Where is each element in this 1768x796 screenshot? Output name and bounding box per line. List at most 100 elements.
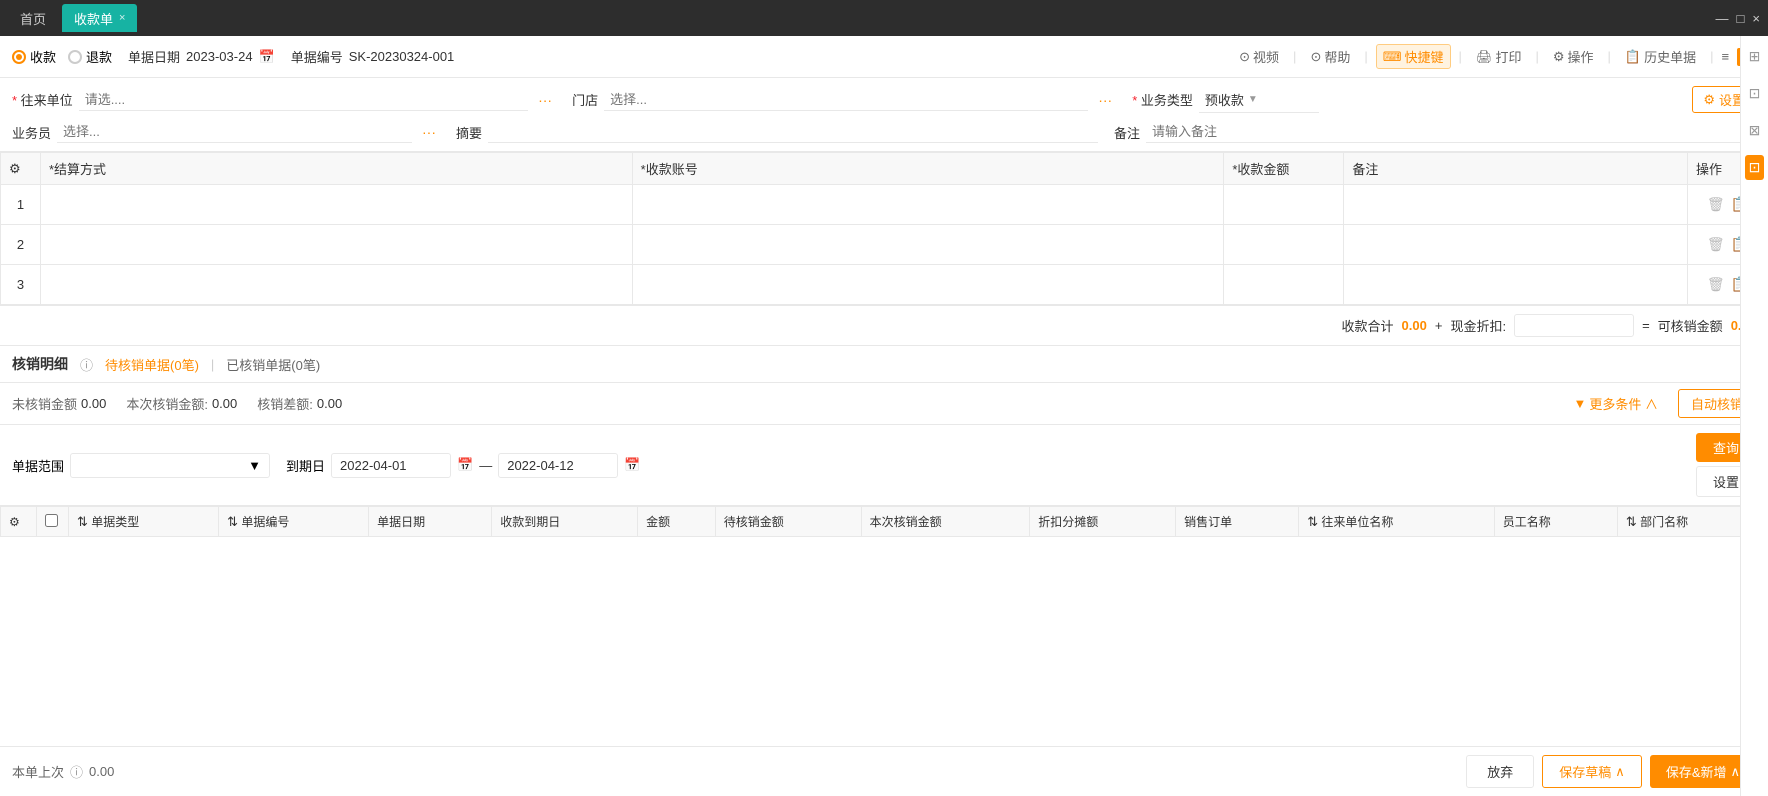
nav-tab-home[interactable]: 首页	[8, 4, 58, 32]
more-conditions-btn[interactable]: ▼ 更多条件 ∧	[1573, 394, 1658, 413]
settlement-cell-3[interactable]	[41, 265, 633, 305]
discard-button[interactable]: 放弃	[1466, 755, 1534, 788]
verification-title: 核销明细	[12, 354, 68, 374]
remark-field: 备注	[1114, 121, 1756, 143]
more-conditions-label: 更多条件 ∧	[1589, 394, 1658, 413]
sidebar-scan-icon[interactable]: ⊡	[1745, 155, 1765, 180]
row-num-1: 1	[1, 185, 41, 225]
save-draft-button[interactable]: 保存草稿 ∧	[1542, 755, 1642, 788]
radio-receipt[interactable]: 收款	[12, 47, 56, 66]
salesperson-input[interactable]	[57, 121, 412, 143]
delete-row-3-icon[interactable]: 🗑	[1707, 276, 1725, 293]
sidebar-attach-icon[interactable]: ⊠	[1745, 118, 1765, 143]
col-settlement: *结算方式	[41, 153, 633, 185]
form-row-1: 往来单位 ··· 门店 ··· 业务类型 预收款 ▼ ⚙ 设置	[12, 86, 1756, 113]
due-date-to-input[interactable]	[498, 453, 618, 478]
remark-input[interactable]	[1146, 121, 1756, 143]
current-verify-stat: 本次核销金额: 0.00	[126, 394, 237, 413]
diff-label: 核销差额:	[257, 394, 313, 413]
operation-icon: ⚙	[1553, 49, 1565, 65]
calendar-icon[interactable]: 📅	[259, 49, 275, 65]
remark-cell-3[interactable]	[1344, 265, 1688, 305]
nav-tab-receipts[interactable]: 收款单 ×	[62, 4, 137, 32]
store-input[interactable]	[604, 89, 1088, 111]
layout-icon-list[interactable]: ≡	[1722, 49, 1730, 64]
pending-tab[interactable]: 待核销单据(0笔)	[105, 355, 199, 374]
bottom-info: 本单上次 ⓘ 0.00	[12, 762, 114, 781]
discount-input[interactable]	[1514, 314, 1634, 337]
table-header: ⚙ *结算方式 *收款账号 *收款金额 备注 操作	[1, 153, 1768, 185]
video-label: 视频	[1253, 47, 1279, 66]
operation-action[interactable]: ⚙ 操作	[1547, 45, 1600, 68]
save-new-arrow-icon: ∧	[1730, 764, 1740, 780]
btcol-checkbox[interactable]	[37, 507, 69, 537]
amount-cell-3[interactable]	[1224, 265, 1344, 305]
btcol-settings[interactable]: ⚙	[1, 507, 37, 537]
settlement-cell-2[interactable]	[41, 225, 633, 265]
minimize-icon[interactable]: —	[1716, 11, 1729, 26]
due-date-from-input[interactable]	[331, 453, 451, 478]
sidebar-copy-icon[interactable]: ⊡	[1745, 81, 1765, 106]
settlement-cell-1[interactable]	[41, 185, 633, 225]
history-icon: 📋	[1625, 49, 1641, 65]
summary-input[interactable]	[488, 121, 1098, 143]
maximize-icon[interactable]: □	[1737, 11, 1745, 26]
salesperson-more-icon[interactable]: ···	[418, 124, 440, 140]
completed-tab[interactable]: 已核销单据(0笔)	[226, 355, 320, 374]
history-action[interactable]: 📋 历史单据	[1619, 45, 1702, 68]
doc-range-select[interactable]: ▼	[70, 453, 270, 478]
business-type-field: 业务类型 预收款 ▼	[1132, 87, 1676, 113]
remark-cell-1[interactable]	[1344, 185, 1688, 225]
amount-cell-2[interactable]	[1224, 225, 1344, 265]
btcol-due-date: 收款到期日	[492, 507, 638, 537]
date-to-calendar-icon[interactable]: 📅	[624, 457, 640, 473]
due-date-field: 到期日 📅 — 📅	[286, 453, 640, 478]
btcol-amount: 金额	[638, 507, 716, 537]
salesperson-field: 业务员 ···	[12, 121, 440, 143]
help-icon: ⊙	[1310, 49, 1321, 65]
btcol-sales-order: 销售订单	[1176, 507, 1299, 537]
filter-row: 单据范围 ▼ 到期日 📅 — 📅 查询 设置	[0, 425, 1768, 506]
select-all-checkbox[interactable]	[45, 514, 58, 527]
remark-cell-2[interactable]	[1344, 225, 1688, 265]
summary-label: 摘要	[456, 123, 482, 142]
bottom-table-section: ⚙ ⇅ 单据类型 ⇅ 单据编号 单据日期 收款到期日 金额 待核销金额 本次核销…	[0, 506, 1768, 746]
store-more-icon[interactable]: ···	[1094, 92, 1116, 108]
doc-num-field: 单据编号 SK-20230324-001	[291, 47, 455, 66]
window-controls: — □ ×	[1716, 11, 1760, 26]
business-type-select[interactable]: 预收款 ▼	[1199, 87, 1319, 113]
equals-sign: =	[1642, 318, 1650, 333]
main-content: 收款 退款 单据日期 2023-03-24 📅 单据编号 SK-20230324…	[0, 36, 1768, 796]
account-cell-1[interactable]	[632, 185, 1224, 225]
counterpart-input[interactable]	[79, 89, 528, 111]
delete-row-1-icon[interactable]: 🗑	[1707, 196, 1725, 213]
delete-row-2-icon[interactable]: 🗑	[1707, 236, 1725, 253]
col-settings[interactable]: ⚙	[1, 153, 41, 185]
date-from-calendar-icon[interactable]: 📅	[457, 457, 473, 473]
table-body: 1 🗑 📋 2	[1, 185, 1768, 305]
total-value: 0.00	[1402, 318, 1427, 333]
video-action[interactable]: ⊙ 视频	[1233, 45, 1285, 68]
unverified-label: 未核销金额	[12, 394, 77, 413]
form-fields-section: 往来单位 ··· 门店 ··· 业务类型 预收款 ▼ ⚙ 设置	[0, 78, 1768, 152]
current-order-info-icon[interactable]: ⓘ	[70, 762, 83, 781]
account-cell-3[interactable]	[632, 265, 1224, 305]
close-tab-icon[interactable]: ×	[119, 12, 125, 24]
form-row-2: 业务员 ··· 摘要 备注	[12, 121, 1756, 143]
counterpart-more-icon[interactable]: ···	[534, 92, 556, 108]
table-row: 2 🗑 📋	[1, 225, 1768, 265]
help-action[interactable]: ⊙ 帮助	[1304, 45, 1356, 68]
shortcut-action[interactable]: ⌨ 快捷键	[1376, 44, 1451, 69]
sidebar-table-icon[interactable]: ⊞	[1745, 44, 1765, 69]
print-action[interactable]: 🖨 打印	[1470, 45, 1528, 68]
verification-info-icon[interactable]: ⓘ	[80, 355, 93, 374]
close-window-icon[interactable]: ×	[1752, 11, 1760, 26]
account-cell-2[interactable]	[632, 225, 1224, 265]
amount-cell-1[interactable]	[1224, 185, 1344, 225]
btcol-employee: 员工名称	[1494, 507, 1617, 537]
bottom-actions: 放弃 保存草稿 ∧ 保存&新增 ∧	[1466, 755, 1756, 788]
discount-label: 现金折扣:	[1450, 316, 1506, 335]
due-date-label: 到期日	[286, 456, 325, 475]
radio-refund[interactable]: 退款	[68, 47, 112, 66]
sep1: |	[1293, 49, 1296, 64]
